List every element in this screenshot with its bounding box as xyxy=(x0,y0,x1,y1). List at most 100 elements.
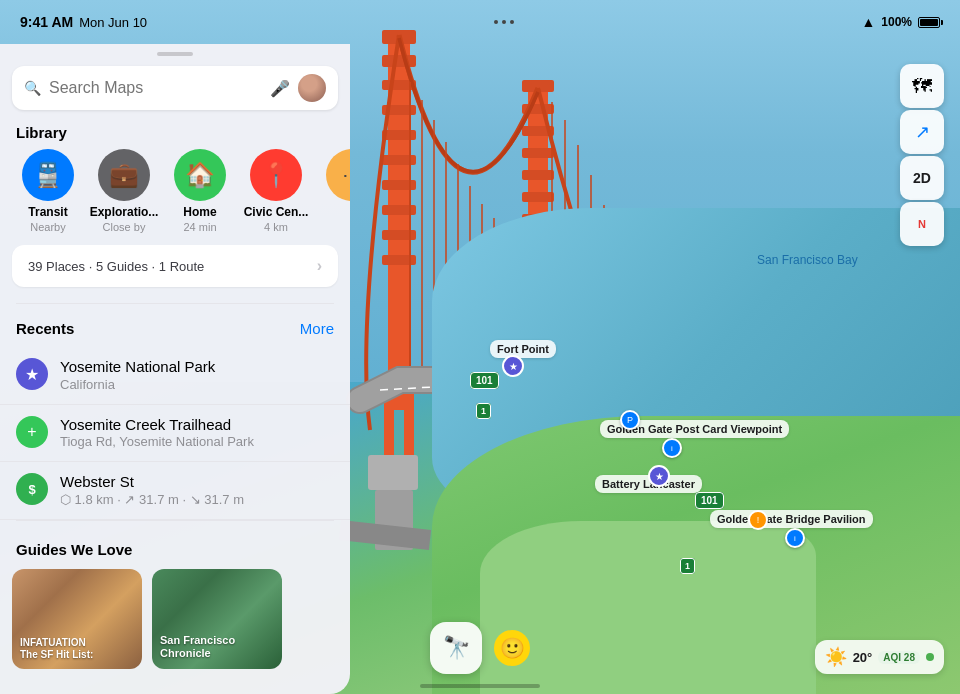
aqi-dot xyxy=(926,653,934,661)
transit-icon: 🚆 xyxy=(22,149,74,201)
search-input[interactable] xyxy=(49,79,262,97)
library-item-exploration[interactable]: 💼 Exploratio... Close by xyxy=(88,149,160,233)
weather-badge[interactable]: ☀️ 20° AQI 28 xyxy=(815,640,944,674)
smiley-icon: 🙂 xyxy=(500,636,525,660)
weather-icon: ☀️ xyxy=(825,646,847,668)
recent-item-yosemite-np[interactable]: ★ Yosemite National Park California xyxy=(0,347,350,404)
library-item-home[interactable]: 🏠 Home 24 min xyxy=(164,149,236,233)
library-item-transit[interactable]: 🚆 Transit Nearby xyxy=(12,149,84,233)
pavilion-pin[interactable]: ! xyxy=(748,510,768,530)
gg-pavilion-label: Golden Gate Bridge Pavilion xyxy=(710,510,873,528)
guide-card-chronicle[interactable]: San Francisco Chronicle xyxy=(152,569,282,669)
webster-name: Webster St xyxy=(60,472,334,492)
guide-chronicle-label: San Francisco Chronicle xyxy=(160,634,282,660)
webster-icon: $ xyxy=(16,473,48,505)
yosemite-np-sub: California xyxy=(60,377,334,394)
search-bar[interactable]: 🔍 🎤 xyxy=(12,66,338,110)
route-101-shield2: 101 xyxy=(695,490,724,508)
svg-rect-45 xyxy=(375,490,413,550)
exploration-label: Exploratio... xyxy=(90,205,159,219)
aqi-badge: AQI 28 xyxy=(878,651,920,664)
svg-rect-43 xyxy=(368,455,418,490)
sf-bay-label: San Francisco Bay xyxy=(750,250,865,270)
date-display: Mon Jun 10 xyxy=(79,15,147,30)
view-2d-button[interactable]: 2D xyxy=(900,156,944,200)
exploration-icon: 💼 xyxy=(98,149,150,201)
civic-icon: 📍 xyxy=(250,149,302,201)
places-row[interactable]: 39 Places · 5 Guides · 1 Route › xyxy=(12,245,338,287)
binoculars-icon: 🔭 xyxy=(443,635,470,661)
map-land2 xyxy=(480,521,816,695)
recent-item-yosemite-creek[interactable]: + Yosemite Creek Trailhead Tioga Rd, Yos… xyxy=(0,405,350,462)
route-1-shield: 1 xyxy=(476,400,491,418)
fort-point-pin[interactable]: ★ xyxy=(502,355,524,377)
guides-title: Guides We Love xyxy=(16,541,132,558)
yosemite-creek-sub: Tioga Rd, Yosemite National Park xyxy=(60,434,334,451)
bottom-bar: 🔭 🙂 xyxy=(430,622,530,674)
battery-pin[interactable]: ★ xyxy=(648,465,670,487)
home-label: Home xyxy=(183,205,216,219)
map-controls: 🗺 ↗ 2D N xyxy=(900,64,944,246)
webster-sub: ⬡ 1.8 km · ↗ 31.7 m · ↘ 31.7 m xyxy=(60,492,334,509)
library-section-title: Library xyxy=(0,120,350,149)
civic-label: Civic Cen... xyxy=(244,205,309,219)
library-item-civic[interactable]: 📍 Civic Cen... 4 km xyxy=(240,149,312,233)
divider-2 xyxy=(16,520,334,521)
battery-percent: 100% xyxy=(881,15,912,29)
yosemite-np-info: Yosemite National Park California xyxy=(60,357,334,393)
panel-scroll[interactable]: Library 🚆 Transit Nearby 💼 Exploratio...… xyxy=(0,120,350,694)
temperature: 20° xyxy=(853,650,873,665)
status-bar: 9:41 AM Mon Jun 10 ▲ 100% xyxy=(0,0,960,44)
route-1-shield2: 1 xyxy=(680,555,695,573)
parking-pin[interactable]: P xyxy=(620,410,640,430)
status-time: 9:41 AM Mon Jun 10 xyxy=(20,14,147,30)
recents-title: Recents xyxy=(16,320,74,337)
more-button[interactable]: More xyxy=(300,320,334,337)
svg-rect-11 xyxy=(384,380,394,460)
recent-item-webster[interactable]: $ Webster St ⬡ 1.8 km · ↗ 31.7 m · ↘ 31.… xyxy=(0,462,350,519)
civic-sublabel: 4 km xyxy=(264,221,288,233)
divider-1 xyxy=(16,303,334,304)
home-icon: 🏠 xyxy=(174,149,226,201)
map-type-button[interactable]: 🗺 xyxy=(900,64,944,108)
transit-sublabel: Nearby xyxy=(30,221,65,233)
time-display: 9:41 AM xyxy=(20,14,73,30)
guide-card-infatuation[interactable]: INFATUATION The SF Hit List: xyxy=(12,569,142,669)
yosemite-np-name: Yosemite National Park xyxy=(60,357,334,377)
yosemite-creek-name: Yosemite Creek Trailhead xyxy=(60,415,334,435)
chevron-right-icon: › xyxy=(317,257,322,275)
view-label: 2D xyxy=(913,170,931,186)
smiley-button[interactable]: 🙂 xyxy=(494,630,530,666)
yosemite-creek-icon: + xyxy=(16,416,48,448)
avatar[interactable] xyxy=(298,74,326,102)
status-dots xyxy=(494,20,514,24)
library-item-more[interactable]: ⋯ xyxy=(316,149,350,233)
wifi-icon: ▲ xyxy=(861,14,875,30)
search-icon: 🔍 xyxy=(24,80,41,96)
search-actions: 🎤 xyxy=(270,74,326,102)
more-library-icon: ⋯ xyxy=(326,149,350,201)
exploration-sublabel: Close by xyxy=(103,221,146,233)
microphone-icon[interactable]: 🎤 xyxy=(270,79,290,98)
compass-label: N xyxy=(918,218,926,230)
route-101-shield: 101 xyxy=(470,370,499,388)
drag-handle[interactable] xyxy=(157,52,193,56)
guide-infatuation-label: INFATUATION The SF Hit List: xyxy=(20,637,93,661)
status-indicators: ▲ 100% xyxy=(861,14,940,30)
battery-icon xyxy=(918,17,940,28)
info-pin[interactable]: i xyxy=(662,438,682,458)
svg-rect-12 xyxy=(404,380,414,460)
transit-label: Transit xyxy=(28,205,67,219)
home-indicator xyxy=(420,684,540,688)
compass-button[interactable]: N xyxy=(900,202,944,246)
pavilion-info-pin[interactable]: i xyxy=(785,528,805,548)
places-text: 39 Places · 5 Guides · 1 Route xyxy=(28,259,204,274)
webster-info: Webster St ⬡ 1.8 km · ↗ 31.7 m · ↘ 31.7 … xyxy=(60,472,334,508)
side-panel: 🔍 🎤 Library 🚆 Transit Nearby � xyxy=(0,44,350,694)
recents-header: Recents More xyxy=(0,316,350,347)
directions-button[interactable]: ↗ xyxy=(900,110,944,154)
binoculars-button[interactable]: 🔭 xyxy=(430,622,482,674)
yosemite-creek-info: Yosemite Creek Trailhead Tioga Rd, Yosem… xyxy=(60,415,334,451)
home-sublabel: 24 min xyxy=(183,221,216,233)
yosemite-np-icon: ★ xyxy=(16,358,48,390)
